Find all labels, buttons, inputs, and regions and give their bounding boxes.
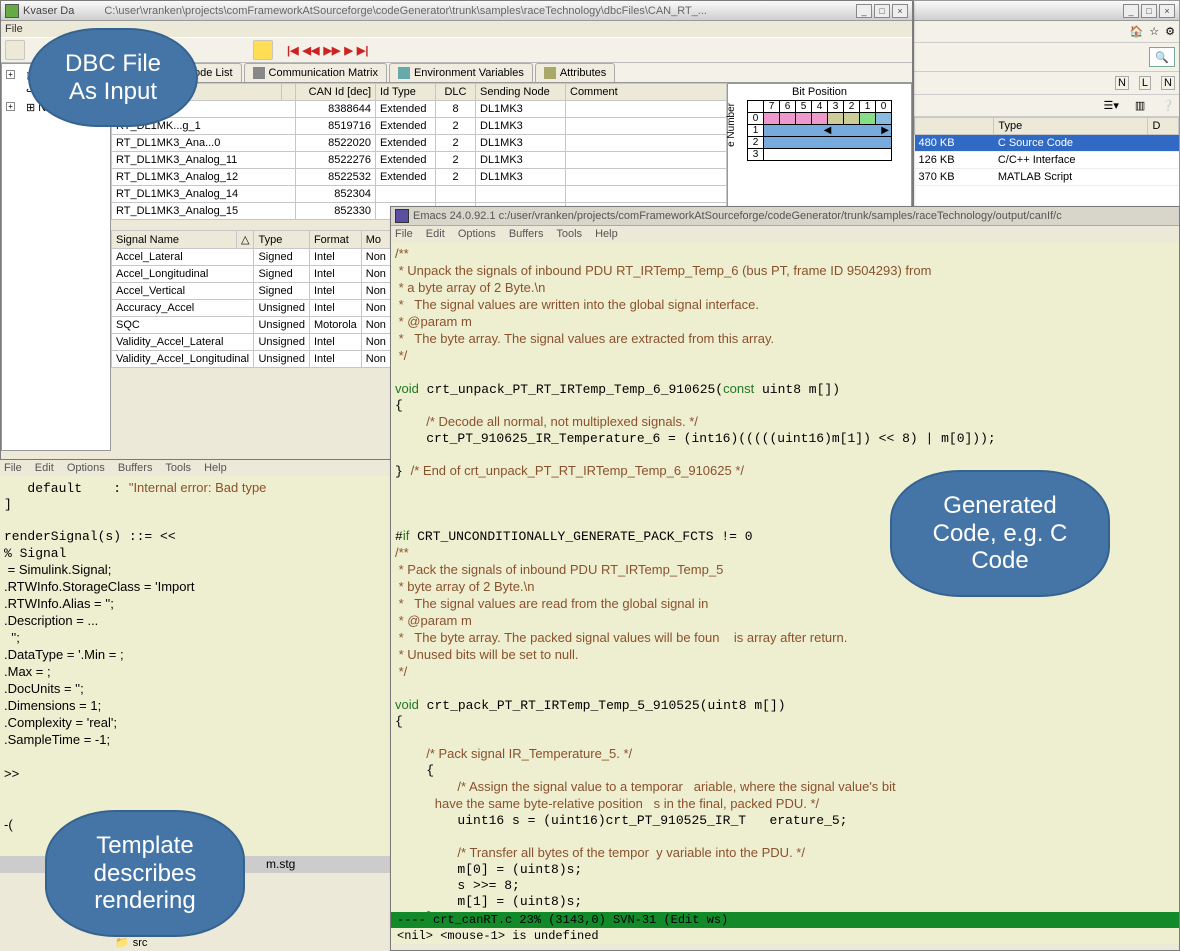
help-icon[interactable]: ❔ [1161, 99, 1175, 112]
play-icon[interactable]: ▶ [344, 44, 352, 57]
bit-grid: 76543210 0 1◀▶ 2 3 [747, 100, 892, 161]
next-icon[interactable]: ▶▶ [323, 44, 340, 57]
speech-dbc: DBC File As Input [28, 28, 198, 127]
title-path: C:\user\vranken\projects\comFrameworkAtS… [104, 5, 707, 17]
menu-buffers[interactable]: Buffers [509, 228, 544, 240]
col-node[interactable]: Sending Node [476, 84, 566, 101]
emacs-left-buffer[interactable]: default : "Internal error: Bad type ] re… [0, 476, 390, 856]
signal-grid[interactable]: Signal Name △ Type Format Mo Accel_Later… [111, 230, 391, 368]
col-mode[interactable]: Mo [361, 231, 390, 249]
emacs-left-menu[interactable]: File Edit Options Buffers Tools Help [0, 460, 390, 476]
search-box[interactable]: 🔍 [1149, 47, 1175, 67]
rew-icon[interactable]: |◀ [287, 44, 299, 57]
sig-row[interactable]: Validity_Accel_LateralUnsignedIntelNon [112, 334, 391, 351]
l-icon[interactable]: L [1139, 76, 1151, 90]
menu-tools[interactable]: Tools [165, 462, 191, 474]
min-btn[interactable]: _ [856, 4, 872, 18]
sig-row[interactable]: Accel_VerticalSignedIntelNon [112, 283, 391, 300]
col-type[interactable]: Type [254, 231, 309, 249]
col-sort[interactable] [282, 84, 296, 101]
sig-row[interactable]: Validity_Accel_LongitudinalUnsignedIntel… [112, 351, 391, 368]
tab-icon [398, 67, 410, 79]
emacs-right-menu[interactable]: File Edit Options Buffers Tools Help [391, 226, 1179, 242]
menu-file[interactable]: File [5, 23, 23, 35]
sig-row[interactable]: Accuracy_AccelUnsignedIntelNon [112, 300, 391, 317]
tab-icon [253, 67, 265, 79]
emacs-minibuffer: <nil> <mouse-1> is undefined [391, 928, 1179, 944]
prev-icon[interactable]: ◀◀ [303, 44, 320, 57]
col-format[interactable]: Format [309, 231, 361, 249]
menu-buffers[interactable]: Buffers [118, 462, 153, 474]
menu-help[interactable]: Help [204, 462, 227, 474]
file-row[interactable]: 370 KBMATLAB Script [915, 169, 1179, 186]
file-list[interactable]: TypeD 480 KBC Source Code 126 KBC/C++ In… [914, 117, 1179, 186]
col-canid[interactable]: CAN Id [dec] [296, 84, 376, 101]
byte-label: e Number [726, 103, 737, 147]
close-btn[interactable]: × [1159, 4, 1175, 18]
sig-row[interactable]: Accel_LongitudinalSignedIntelNon [112, 266, 391, 283]
n-icon[interactable]: N [1115, 76, 1129, 90]
file-row[interactable]: 126 KBC/C++ Interface [915, 152, 1179, 169]
emacs-title-text: Emacs 24.0.92.1 c:/user/vranken/projects… [413, 210, 1062, 222]
n2-icon[interactable]: N [1161, 76, 1175, 90]
menu-file[interactable]: File [395, 228, 413, 240]
tab-commatrix[interactable]: Communication Matrix [244, 63, 387, 82]
list-view-icon[interactable]: ☰▾ [1104, 99, 1119, 112]
col-d[interactable]: D [1148, 118, 1179, 135]
menu-options[interactable]: Options [458, 228, 496, 240]
tb-flag[interactable] [253, 40, 273, 60]
folder-icon: 📁 [115, 936, 129, 949]
col-type[interactable]: Type [994, 118, 1148, 135]
tabs: als Node List Communication Matrix Envir… [111, 63, 912, 83]
app-icon [5, 4, 19, 18]
col-comment[interactable]: Comment [566, 84, 727, 101]
kvaser-titlebar: Kvaser Da C:\user\vranken\projects\comFr… [1, 1, 912, 21]
column-view-icon[interactable]: ▥ [1135, 99, 1145, 112]
star-icon[interactable]: ☆ [1149, 25, 1159, 38]
tab-attrs[interactable]: Attributes [535, 63, 615, 82]
col-idtype[interactable]: Id Type [376, 84, 436, 101]
col-sort[interactable]: △ [237, 231, 254, 249]
msg-row[interactable]: RT_DL1MK3_Analog_118522276Extended2DL1MK… [112, 152, 727, 169]
sig-row[interactable]: SQCUnsignedMotorolaNon [112, 317, 391, 334]
col-signame[interactable]: Signal Name [112, 231, 237, 249]
file-explorer-pane: _ □ × 🏠 ☆ ⚙ 🔍 N L N ☰▾ ▥ ❔ TypeD 480 KBC… [913, 0, 1180, 210]
menu-help[interactable]: Help [595, 228, 618, 240]
close-btn[interactable]: × [892, 4, 908, 18]
menu-tools[interactable]: Tools [556, 228, 582, 240]
msg-row[interactable]: ccel8388644Extended8DL1MK3 [112, 101, 727, 118]
end-icon[interactable]: ▶| [357, 44, 369, 57]
msg-row[interactable]: RT_DL1MK3_Analog_128522532Extended2DL1MK… [112, 169, 727, 186]
tab-icon [544, 67, 556, 79]
sig-row[interactable]: Accel_LateralSignedIntelNon [112, 249, 391, 266]
menu-edit[interactable]: Edit [35, 462, 54, 474]
menu-options[interactable]: Options [67, 462, 105, 474]
file-row[interactable]: 480 KBC Source Code [915, 135, 1179, 152]
msg-row[interactable]: RT_DL1MK3_Analog_14852304 [112, 186, 727, 203]
menu-edit[interactable]: Edit [426, 228, 445, 240]
home-icon[interactable]: 🏠 [1130, 25, 1144, 38]
emacs-right-modeline: ---- crt_canRT.c 23% (3143,0) SVN-31 (Ed… [391, 912, 1179, 928]
col-dlc[interactable]: DLC [436, 84, 476, 101]
emacs-right-titlebar: Emacs 24.0.92.1 c:/user/vranken/projects… [391, 207, 1179, 226]
emacs-icon [395, 209, 409, 223]
tb1[interactable] [5, 40, 25, 60]
title-prefix: Kvaser Da [23, 5, 74, 17]
speech-template: Template describes rendering [45, 810, 245, 937]
speech-generated: Generated Code, e.g. C Code [890, 470, 1110, 597]
msg-row[interactable]: RT_DL1MK3_Ana...08522020Extended2DL1MK3 [112, 135, 727, 152]
tab-envvars[interactable]: Environment Variables [389, 63, 533, 82]
message-grid[interactable]: CAN Id [dec] Id Type DLC Sending Node Co… [111, 83, 727, 220]
max-btn[interactable]: □ [1141, 4, 1157, 18]
col-size[interactable] [915, 118, 994, 135]
menu-file[interactable]: File [4, 462, 22, 474]
bottom-src[interactable]: 📁src [115, 936, 147, 949]
max-btn[interactable]: □ [874, 4, 890, 18]
gear-icon[interactable]: ⚙ [1165, 25, 1175, 38]
min-btn[interactable]: _ [1123, 4, 1139, 18]
msg-row[interactable]: RT_DL1MK...g_18519716Extended2DL1MK3 [112, 118, 727, 135]
bit-title: Bit Position [730, 86, 909, 98]
